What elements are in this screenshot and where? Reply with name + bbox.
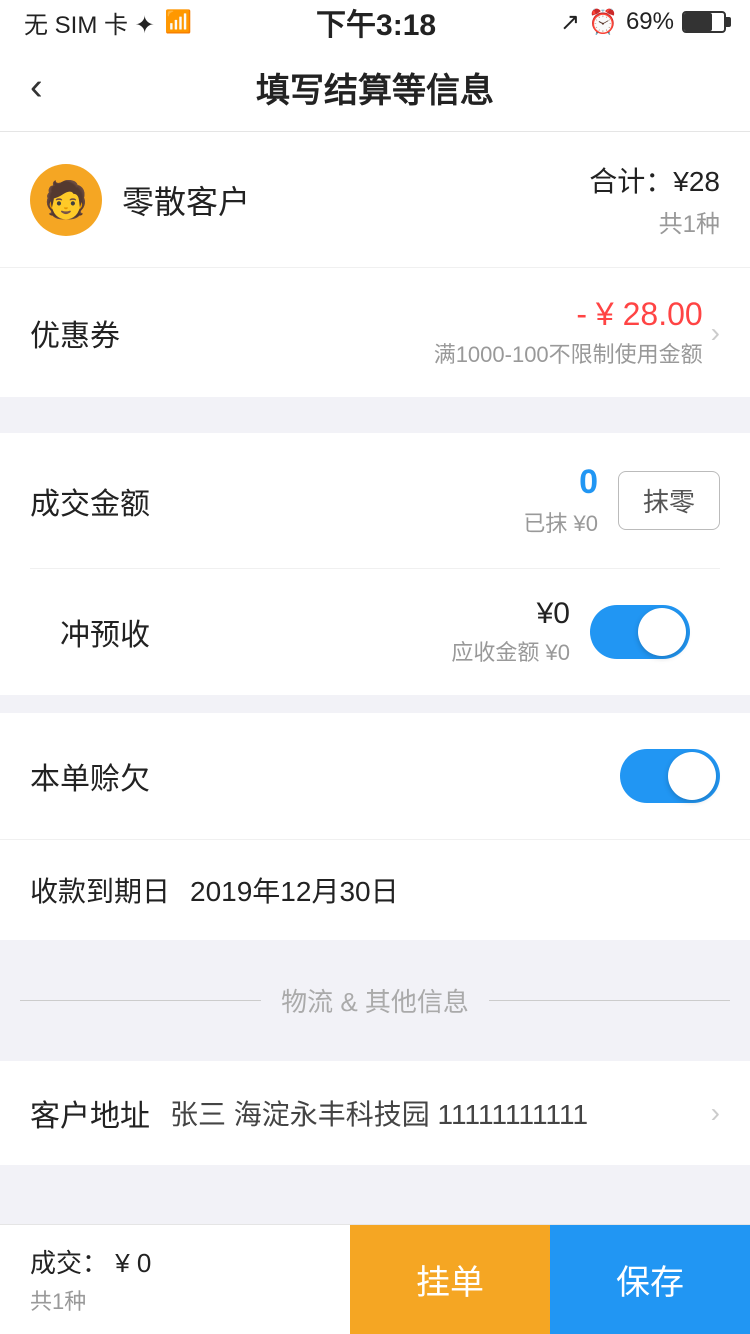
total-count-label: 共1种 xyxy=(589,204,720,239)
location-icon: ↗ xyxy=(560,8,580,37)
status-bar: 无 SIM 卡 ✦ 📶 下午3:18 ↗ ⏰ 69% xyxy=(0,0,750,44)
prereceive-row: 冲预收 ¥0 应收金额 ¥0 xyxy=(30,569,720,695)
nav-bar: ‹ 填写结算等信息 xyxy=(0,44,750,132)
prereceive-sub-amount: 应收金额 ¥0 xyxy=(451,635,570,667)
divider-left xyxy=(20,1000,261,1001)
divider-right xyxy=(489,1000,730,1001)
transaction-amount-row: 成交金额 0 已抹 ¥0 抹零 xyxy=(30,433,720,569)
duedate-label: 收款到期日 xyxy=(30,870,170,910)
avatar: 🧑 xyxy=(30,164,102,236)
address-chevron-icon: › xyxy=(711,1097,720,1129)
bottom-deal-label: 成交： xyxy=(30,1248,108,1278)
round-zero-button[interactable]: 抹零 xyxy=(618,471,720,530)
alarm-icon: ⏰ xyxy=(588,8,618,37)
customer-card: 🧑 零散客户 合计：¥28 共1种 优惠券 - ¥ 28.00 满1000-10… xyxy=(0,132,750,397)
duedate-row[interactable]: 收款到期日 2019年12月30日 xyxy=(0,839,750,940)
battery-icon xyxy=(682,11,726,33)
prereceive-label: 冲预收 xyxy=(60,610,150,654)
prereceive-main-amount: ¥0 xyxy=(451,597,570,631)
prereceive-amounts: ¥0 应收金额 ¥0 xyxy=(451,597,570,667)
coupon-desc: 满1000-100不限制使用金额 xyxy=(434,337,703,369)
status-left: 无 SIM 卡 ✦ 📶 xyxy=(24,5,192,40)
duedate-value: 2019年12月30日 xyxy=(190,870,399,910)
transaction-amount-col: 0 已抹 ¥0 xyxy=(523,463,598,538)
customer-left: 🧑 零散客户 xyxy=(30,164,250,236)
separator-1 xyxy=(0,415,750,433)
battery-percent: 69% xyxy=(626,8,674,36)
customer-name: 零散客户 xyxy=(122,177,250,223)
status-right: ↗ ⏰ 69% xyxy=(560,8,726,37)
wifi-icon: 📶 xyxy=(165,9,192,35)
bottom-summary: 成交： ¥ 0 共1种 xyxy=(0,1243,350,1316)
customer-total: 合计：¥28 共1种 xyxy=(589,160,720,239)
address-chevron: › xyxy=(703,1097,720,1129)
coupon-right: - ¥ 28.00 满1000-100不限制使用金额 › xyxy=(434,296,720,369)
chevron-right-icon: › xyxy=(711,317,720,349)
amount-section: 成交金额 0 已抹 ¥0 抹零 冲预收 ¥0 应收金额 ¥0 xyxy=(0,433,750,695)
separator-2 xyxy=(0,695,750,713)
coupon-row[interactable]: 优惠券 - ¥ 28.00 满1000-100不限制使用金额 › xyxy=(0,267,750,397)
debt-toggle[interactable] xyxy=(620,749,720,803)
save-button[interactable]: 保存 xyxy=(550,1225,750,1334)
transaction-amount-label: 成交金额 xyxy=(30,479,150,523)
bottom-deal-row: 成交： ¥ 0 xyxy=(30,1243,320,1280)
debt-label: 本单赊欠 xyxy=(30,754,150,798)
avatar-icon: 🧑 xyxy=(44,179,89,221)
transaction-amount-right: 0 已抹 ¥0 抹零 xyxy=(523,463,720,538)
prereceive-right: ¥0 应收金额 ¥0 xyxy=(451,597,690,667)
toggle-knob xyxy=(638,608,686,656)
coupon-label: 优惠券 xyxy=(30,311,120,355)
bottom-bar: 成交： ¥ 0 共1种 挂单 保存 xyxy=(0,1224,750,1334)
address-value: 张三 海淀永丰科技园 11111111111 xyxy=(170,1093,703,1133)
logistics-label: 物流 & 其他信息 xyxy=(281,982,469,1019)
pending-button[interactable]: 挂单 xyxy=(350,1225,550,1334)
address-label: 客户地址 xyxy=(30,1091,150,1135)
address-row[interactable]: 客户地址 张三 海淀永丰科技园 11111111111 › xyxy=(0,1061,750,1165)
transaction-amount-sub: 已抹 ¥0 xyxy=(523,506,598,538)
coupon-amount: - ¥ 28.00 xyxy=(434,296,703,333)
status-time: 下午3:18 xyxy=(316,0,436,44)
sim-label: 无 SIM 卡 ✦ xyxy=(24,5,155,40)
page-title: 填写结算等信息 xyxy=(256,63,494,112)
transaction-amount-value: 0 xyxy=(523,463,598,502)
debt-toggle-knob xyxy=(668,752,716,800)
bottom-deal-amount: ¥ 0 xyxy=(115,1248,151,1278)
back-button[interactable]: ‹ xyxy=(20,56,53,119)
debt-row: 本单赊欠 xyxy=(0,713,750,839)
logistics-section: 物流 & 其他信息 xyxy=(0,958,750,1043)
prereceive-toggle[interactable] xyxy=(590,605,690,659)
debt-section: 本单赊欠 收款到期日 2019年12月30日 xyxy=(0,713,750,940)
total-amount-label: 合计：¥28 xyxy=(589,160,720,200)
coupon-info: - ¥ 28.00 满1000-100不限制使用金额 xyxy=(434,296,703,369)
customer-row: 🧑 零散客户 合计：¥28 共1种 xyxy=(0,132,750,267)
bottom-count: 共1种 xyxy=(30,1284,320,1316)
